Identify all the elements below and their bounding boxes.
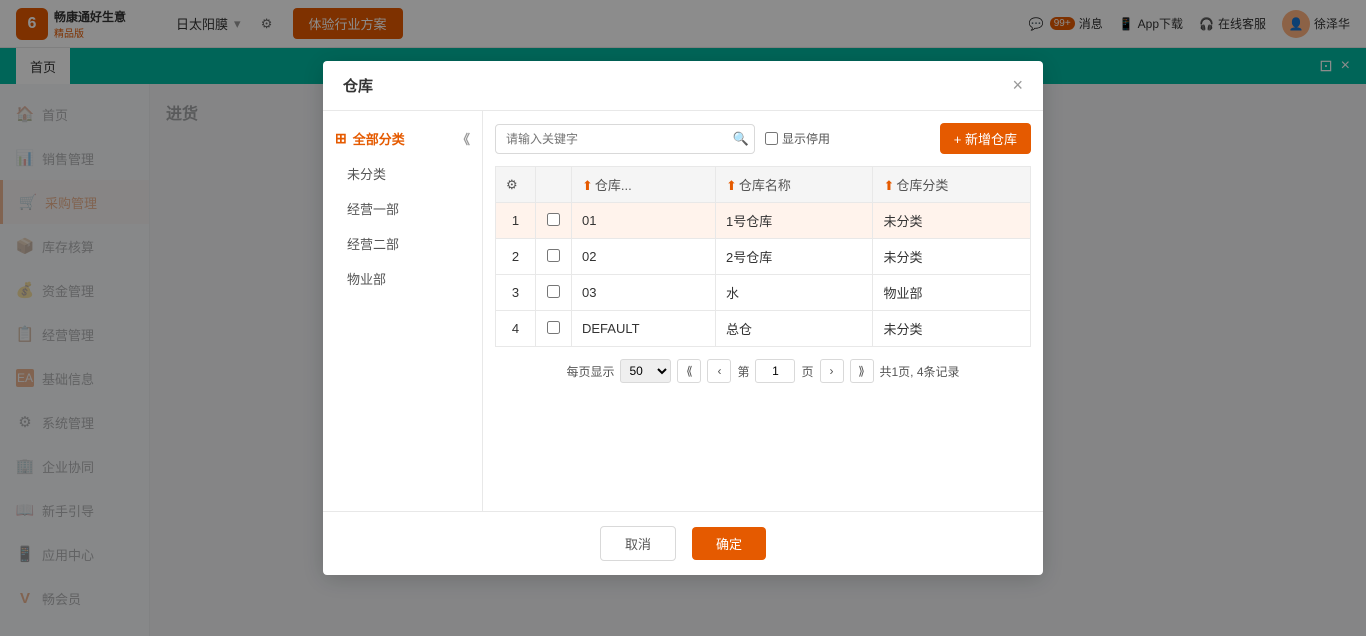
pagination-bar: 每页显示 50 100 200 ⟪ ‹ 第 页 › ⟫ 共1页, 4条记录 [495,347,1031,387]
col-header-code: ⬆仓库... [572,167,716,203]
modal-close-button[interactable]: × [1012,75,1023,96]
col-header-check [536,167,572,203]
category-panel: ⊞ 全部分类 《 未分类 经营一部 经营二部 物业部 [323,111,483,511]
warehouse-table: ⚙ ⬆仓库... ⬆仓库名称 ⬆仓库分类 1 01 1号仓库 未分类 2 02 [495,166,1031,347]
category-header[interactable]: ⊞ 全部分类 《 [323,121,482,156]
category-item-property[interactable]: 物业部 [323,261,482,296]
show-disabled-wrap: 显示停用 [765,130,830,147]
show-disabled-checkbox[interactable] [765,132,778,145]
col-header-name: ⬆仓库名称 [716,167,873,203]
modal-title: 仓库 [343,75,373,96]
row-check[interactable] [536,239,572,275]
cancel-button[interactable]: 取消 [600,526,676,561]
category-item-unclassified[interactable]: 未分类 [323,156,482,191]
table-row[interactable]: 3 03 水 物业部 [496,275,1031,311]
prev-page-button[interactable]: ‹ [707,359,731,383]
search-wrap: 🔍 [495,124,755,154]
row-check[interactable] [536,311,572,347]
modal-footer: 取消 确定 [323,511,1043,575]
warehouse-modal: 仓库 × ⊞ 全部分类 《 未分类 经营一部 经营二部 物业部 [323,61,1043,575]
search-input[interactable] [495,124,755,154]
row-check[interactable] [536,275,572,311]
collapse-icon[interactable]: 《 [457,129,470,148]
row-num: 4 [496,311,536,347]
row-code: DEFAULT [572,311,716,347]
confirm-button[interactable]: 确定 [692,527,766,560]
category-item-ops2[interactable]: 经营二部 [323,226,482,261]
row-name: 2号仓库 [716,239,873,275]
table-toolbar: 🔍 显示停用 + 新增仓库 [495,123,1031,154]
row-name: 1号仓库 [716,203,873,239]
modal-overlay: 仓库 × ⊞ 全部分类 《 未分类 经营一部 经营二部 物业部 [0,0,1366,636]
per-page-select[interactable]: 50 100 200 [620,359,671,383]
add-warehouse-button[interactable]: + 新增仓库 [940,123,1031,154]
category-item-ops1[interactable]: 经营一部 [323,191,482,226]
modal-body: ⊞ 全部分类 《 未分类 经营一部 经营二部 物业部 🔍 [323,111,1043,511]
row-code: 02 [572,239,716,275]
row-code: 01 [572,203,716,239]
table-row[interactable]: 2 02 2号仓库 未分类 [496,239,1031,275]
next-page-button[interactable]: › [820,359,844,383]
first-page-button[interactable]: ⟪ [677,359,701,383]
last-page-button[interactable]: ⟫ [850,359,874,383]
row-name: 总仓 [716,311,873,347]
row-num: 2 [496,239,536,275]
table-row[interactable]: 4 DEFAULT 总仓 未分类 [496,311,1031,347]
col-header-category: ⬆仓库分类 [873,167,1031,203]
grid-icon: ⊞ [335,130,347,147]
table-row[interactable]: 1 01 1号仓库 未分类 [496,203,1031,239]
row-name: 水 [716,275,873,311]
row-category: 未分类 [873,239,1031,275]
col-header-settings: ⚙ [496,167,536,203]
page-input[interactable] [755,359,795,383]
row-check[interactable] [536,203,572,239]
row-category: 物业部 [873,275,1031,311]
row-category: 未分类 [873,203,1031,239]
row-code: 03 [572,275,716,311]
row-num: 3 [496,275,536,311]
modal-header: 仓库 × [323,61,1043,111]
row-category: 未分类 [873,311,1031,347]
table-panel: 🔍 显示停用 + 新增仓库 ⚙ ⬆仓库... [483,111,1043,511]
search-icon[interactable]: 🔍 [733,131,749,147]
row-num: 1 [496,203,536,239]
